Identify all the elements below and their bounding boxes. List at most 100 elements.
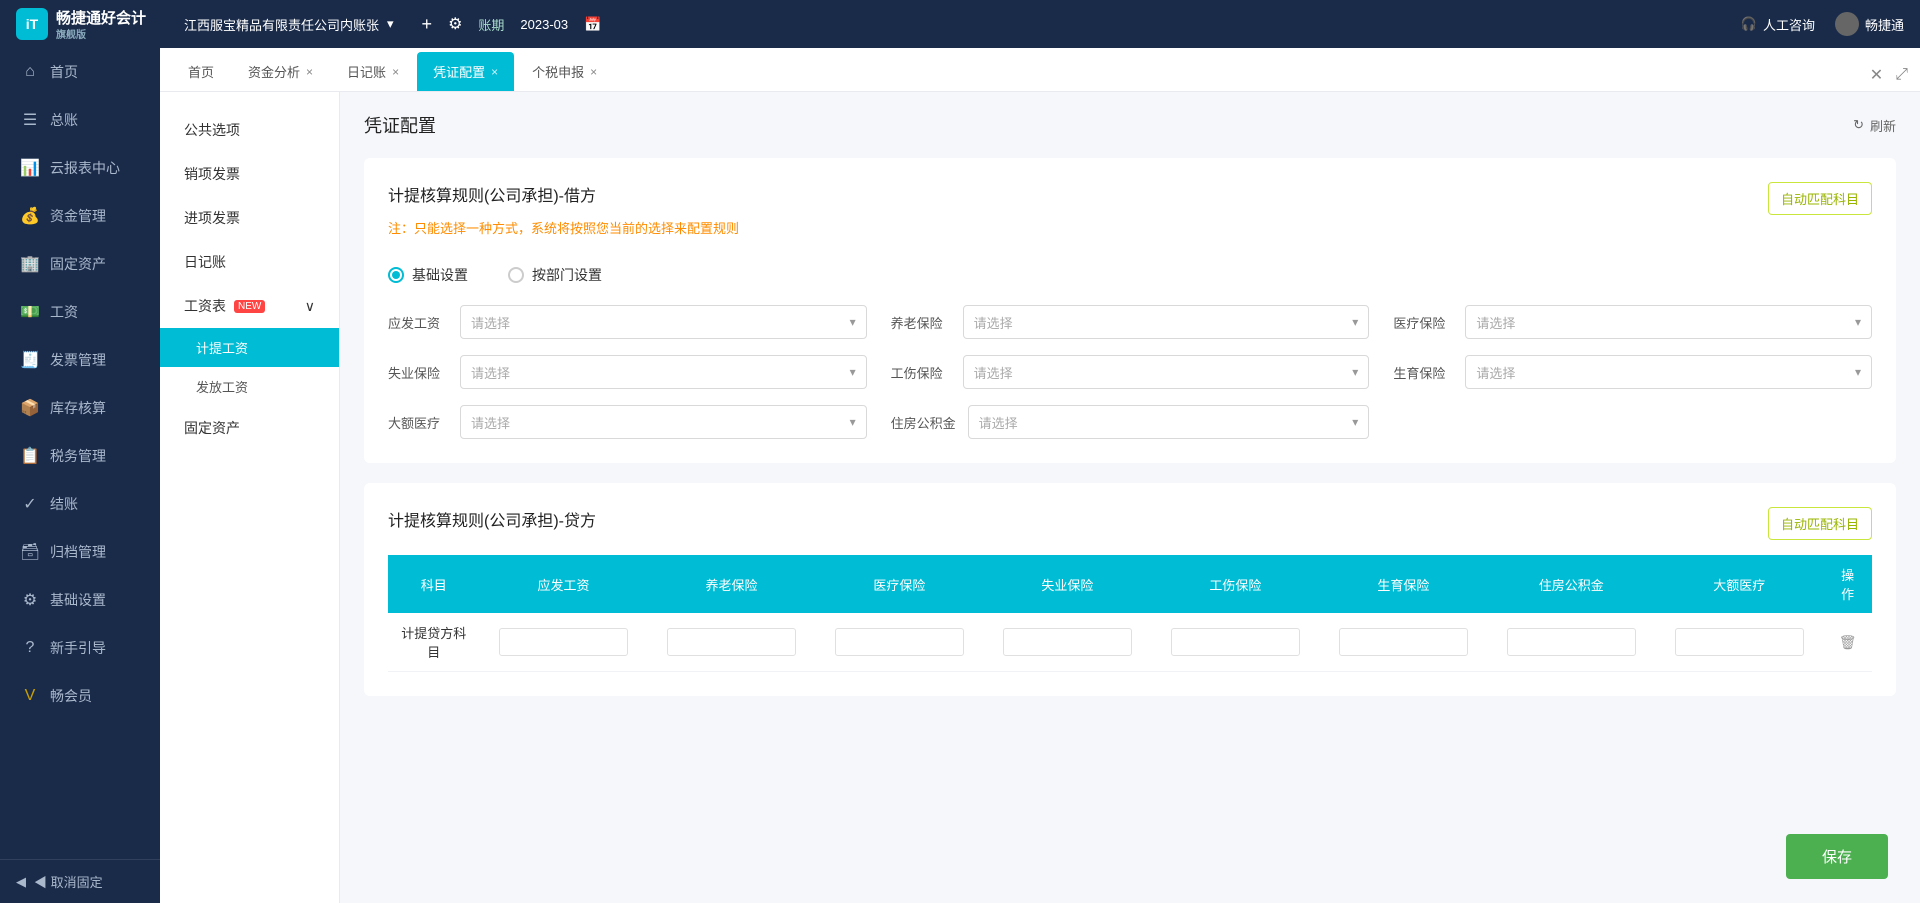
input-housing[interactable] [1507, 628, 1637, 656]
consultant-button[interactable]: 🎧 人工咨询 [1741, 15, 1815, 34]
close-funds-tab[interactable]: × [306, 66, 313, 78]
section2-header: 计提核算规则(公司承担)-贷方 自动匹配科目 [388, 507, 1872, 543]
wage-select[interactable]: 请选择 ▾ [460, 305, 867, 339]
fullscreen-icon[interactable]: ⤢ [1895, 66, 1908, 84]
input-injury[interactable] [1171, 628, 1301, 656]
unemployment-label: 失业保险 [388, 363, 448, 382]
add-button[interactable]: + [422, 14, 433, 35]
sidebar-item-inventory[interactable]: 📦 库存核算 [0, 384, 160, 432]
medical-label: 医疗保险 [1393, 313, 1453, 332]
settle-icon: ✓ [20, 494, 40, 514]
tab-home[interactable]: 首页 [172, 52, 230, 91]
reports-icon: 📊 [20, 158, 40, 178]
section1-note: 注：只能选择一种方式，系统将按照您当前的选择来配置规则 [388, 218, 739, 237]
company-selector[interactable]: 江西服宝精品有限责任公司内账张 ▾ [176, 11, 402, 38]
section2-title: 计提核算规则(公司承担)-贷方 [388, 507, 596, 531]
radio-dept[interactable]: 按部门设置 [508, 265, 602, 285]
user-menu[interactable]: 畅捷通 [1835, 12, 1904, 36]
input-unemployment[interactable] [1003, 628, 1133, 656]
sidebar-item-basic[interactable]: ⚙ 基础设置 [0, 576, 160, 624]
col-unemployment: 失业保险 [983, 555, 1151, 613]
calendar-icon[interactable]: 📅 [584, 16, 601, 33]
sidebar-item-invoice[interactable]: 🧾 发票管理 [0, 336, 160, 384]
col-housing: 住房公积金 [1487, 555, 1655, 613]
cell-maternity [1319, 613, 1487, 672]
sidebar-item-member[interactable]: V 畅会员 [0, 672, 160, 720]
section1-header: 计提核算规则(公司承担)-借方 注：只能选择一种方式，系统将按照您当前的选择来配… [388, 182, 1872, 253]
tab-tax[interactable]: 个税申报 × [516, 52, 613, 91]
tab-funds[interactable]: 资金分析 × [232, 52, 329, 91]
cell-unemployment [983, 613, 1151, 672]
settings-icon[interactable]: ⚙ [448, 14, 462, 34]
debit-form-grid: 应发工资 请选择 ▾ 养老保险 请选择 ▾ [388, 305, 1872, 439]
logo-area: iT 畅捷通好会计 旗舰版 [16, 7, 176, 41]
sidebar-item-archive[interactable]: 🗃 归档管理 [0, 528, 160, 576]
headset-icon: 🎧 [1741, 16, 1757, 32]
left-nav-sales-invoice[interactable]: 销项发票 [160, 152, 339, 196]
table-row: 计提贷方科目 🗑 [388, 613, 1872, 672]
injury-select[interactable]: 请选择 ▾ [963, 355, 1370, 389]
input-pension[interactable] [667, 628, 797, 656]
save-button[interactable]: 保存 [1786, 834, 1888, 879]
left-nav-accrual[interactable]: 计提工资 [160, 328, 339, 367]
left-nav-purchase-invoice[interactable]: 进项发票 [160, 196, 339, 240]
app-logo-icon: iT [16, 8, 48, 40]
tab-bar: 首页 资金分析 × 日记账 × 凭证配置 × 个税申报 × ✕ ⤢ [160, 48, 1920, 92]
cell-subject: 计提贷方科目 [388, 613, 480, 672]
field-maternity: 生育保险 请选择 ▾ [1393, 355, 1872, 389]
input-wage[interactable] [499, 628, 629, 656]
inventory-icon: 📦 [20, 398, 40, 418]
tab-voucher[interactable]: 凭证配置 × [417, 52, 514, 91]
medical-select[interactable]: 请选择 ▾ [1465, 305, 1872, 339]
maternity-label: 生育保险 [1393, 363, 1453, 382]
left-nav-journal[interactable]: 日记账 [160, 240, 339, 284]
input-large-medical[interactable] [1675, 628, 1805, 656]
sidebar-item-funds[interactable]: 💰 资金管理 [0, 192, 160, 240]
close-all-tabs-icon[interactable]: ✕ [1870, 65, 1883, 85]
left-nav-pay-salary[interactable]: 发放工资 [160, 367, 339, 406]
cancel-fixed-button[interactable]: ◀ ◀ 取消固定 [0, 859, 160, 903]
unemployment-select[interactable]: 请选择 ▾ [460, 355, 867, 389]
left-nav: 公共选项 销项发票 进项发票 日记账 工资表 NEW ∨ 计提工资 [160, 92, 340, 903]
auto-match-debit-button[interactable]: 自动匹配科目 [1768, 182, 1872, 215]
left-nav-fixed-assets[interactable]: 固定资产 [160, 406, 339, 450]
radio-basic[interactable]: 基础设置 [388, 265, 468, 285]
wage-dropdown-icon: ▾ [850, 315, 856, 329]
field-pension: 养老保险 请选择 ▾ [891, 305, 1370, 339]
sidebar-item-tax[interactable]: 📋 税务管理 [0, 432, 160, 480]
maternity-select[interactable]: 请选择 ▾ [1465, 355, 1872, 389]
delete-row-button[interactable]: 🗑 [1839, 634, 1857, 650]
sidebar-item-ledger[interactable]: ☰ 总账 [0, 96, 160, 144]
input-maternity[interactable] [1339, 628, 1469, 656]
new-badge: NEW [234, 300, 265, 313]
input-medical[interactable] [835, 628, 965, 656]
left-nav-public[interactable]: 公共选项 [160, 108, 339, 152]
invoice-icon: 🧾 [20, 350, 40, 370]
pension-dropdown-icon: ▾ [1352, 315, 1358, 329]
sidebar-item-salary[interactable]: 💵 工资 [0, 288, 160, 336]
cell-injury [1151, 613, 1319, 672]
pension-select[interactable]: 请选择 ▾ [963, 305, 1370, 339]
radio-group: 基础设置 按部门设置 [388, 265, 1872, 285]
period-value: 2023-03 [520, 17, 568, 32]
large-medical-dropdown-icon: ▾ [850, 415, 856, 429]
sidebar-item-guide[interactable]: ? 新手引导 [0, 624, 160, 672]
close-tax-tab[interactable]: × [590, 66, 597, 78]
auto-match-credit-button[interactable]: 自动匹配科目 [1768, 507, 1872, 540]
home-icon: ⌂ [20, 63, 40, 81]
left-nav-salary-table[interactable]: 工资表 NEW ∨ [160, 284, 339, 328]
large-medical-select[interactable]: 请选择 ▾ [460, 405, 867, 439]
housing-fund-dropdown-icon: ▾ [1352, 415, 1358, 429]
sidebar-item-reports[interactable]: 📊 云报表中心 [0, 144, 160, 192]
tab-journal[interactable]: 日记账 × [331, 52, 415, 91]
close-voucher-tab[interactable]: × [491, 66, 498, 78]
main-layout: ⌂ 首页 ☰ 总账 📊 云报表中心 💰 资金管理 🏢 固定资产 💵 工资 🧾 发… [0, 48, 1920, 903]
pin-icon: ◀ [16, 874, 26, 890]
sidebar-item-assets[interactable]: 🏢 固定资产 [0, 240, 160, 288]
refresh-button[interactable]: ↻ 刷新 [1853, 116, 1896, 135]
sidebar-item-home[interactable]: ⌂ 首页 [0, 48, 160, 96]
sidebar-item-settle[interactable]: ✓ 结账 [0, 480, 160, 528]
close-journal-tab[interactable]: × [392, 66, 399, 78]
housing-fund-select[interactable]: 请选择 ▾ [968, 405, 1370, 439]
basic-icon: ⚙ [20, 590, 40, 610]
